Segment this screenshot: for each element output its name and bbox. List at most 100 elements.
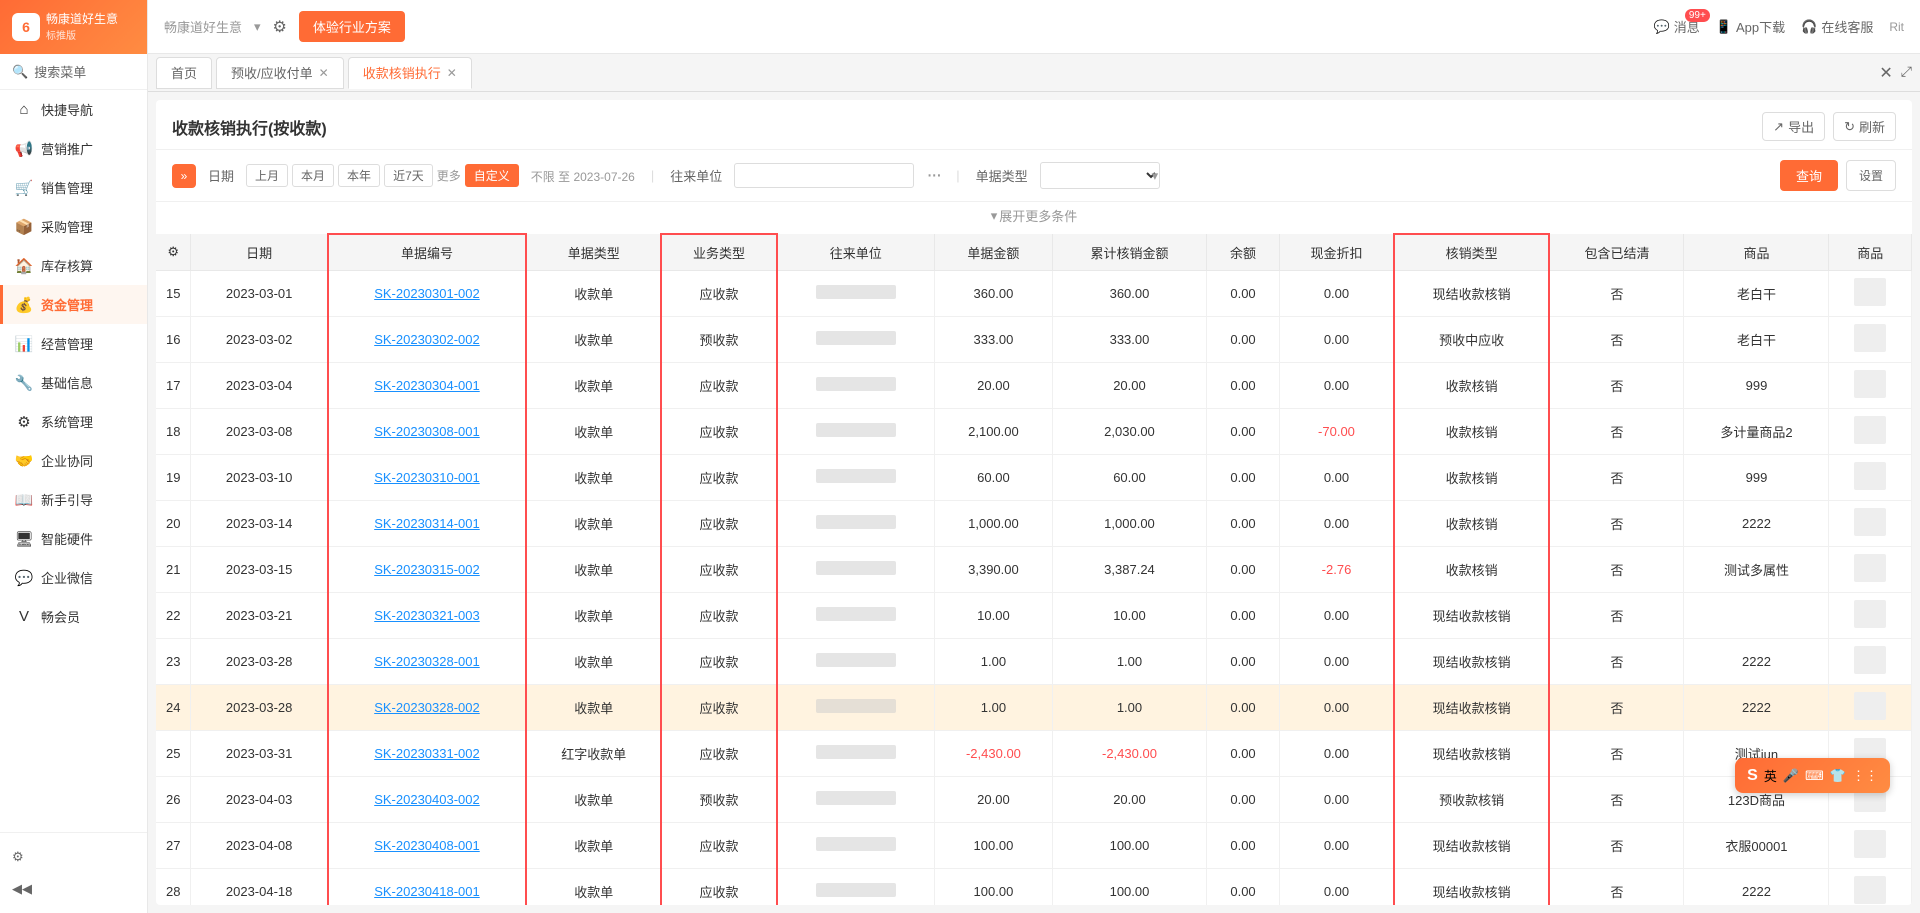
td-biz-type: 预收款 — [661, 777, 776, 823]
td-partner — [777, 823, 935, 869]
caigou-icon: 📦 — [15, 218, 33, 236]
sidebar-item-kuaijie[interactable]: ⌂快捷导航 — [0, 90, 147, 129]
td-verify-type: 收款核销 — [1394, 409, 1550, 455]
sidebar-item-weixin[interactable]: 💬企业微信 — [0, 558, 147, 597]
table-row[interactable]: 15 2023-03-01 SK-20230301-002 收款单 应收款 36… — [156, 271, 1912, 317]
sidebar-item-qiye[interactable]: 🤝企业协同 — [0, 441, 147, 480]
table-row[interactable]: 19 2023-03-10 SK-20230310-001 收款单 应收款 60… — [156, 455, 1912, 501]
tab-shoukuan[interactable]: 收款核销执行 ✕ — [348, 57, 472, 89]
filter-toggle-btn[interactable]: » — [172, 164, 196, 188]
expand-more-btn[interactable]: ▾ 展开更多条件 — [991, 206, 1078, 225]
table-row[interactable]: 20 2023-03-14 SK-20230314-001 收款单 应收款 1,… — [156, 501, 1912, 547]
table-row[interactable]: 16 2023-03-02 SK-20230302-002 收款单 预收款 33… — [156, 317, 1912, 363]
filter-action-group: 查询 设置 — [1780, 160, 1896, 191]
td-bill-no[interactable]: SK-20230310-001 — [328, 455, 526, 501]
sidebar-item-xiaoshou[interactable]: 🛒销售管理 — [0, 168, 147, 207]
grid-icon[interactable]: ⋮⋮ — [1852, 768, 1878, 784]
tabbar-actions: ✕ ⤢ — [1879, 63, 1912, 83]
td-bill-no[interactable]: SK-20230418-001 — [328, 869, 526, 906]
sidebar-item-kucun[interactable]: 🏠库存核算 — [0, 246, 147, 285]
table-row[interactable]: 18 2023-03-08 SK-20230308-001 收款单 应收款 2,… — [156, 409, 1912, 455]
table-row[interactable]: 24 2023-03-28 SK-20230328-002 收款单 应收款 1.… — [156, 685, 1912, 731]
table-row[interactable]: 17 2023-03-04 SK-20230304-001 收款单 应收款 20… — [156, 363, 1912, 409]
sidebar-collapse-item[interactable]: ◀◀ — [0, 873, 147, 905]
table-row[interactable]: 27 2023-04-08 SK-20230408-001 收款单 应收款 10… — [156, 823, 1912, 869]
sidebar-item-xitong[interactable]: ⚙系统管理 — [0, 402, 147, 441]
th-discount: 现金折扣 — [1280, 234, 1394, 271]
sidebar-item-xinshou[interactable]: 📖新手引导 — [0, 480, 147, 519]
td-settled: 否 — [1549, 271, 1684, 317]
tab-home[interactable]: 首页 — [156, 57, 212, 89]
tab-close-shoukuan[interactable]: ✕ — [447, 66, 457, 80]
td-bill-no[interactable]: SK-20230315-002 — [328, 547, 526, 593]
td-bill-no[interactable]: SK-20230314-001 — [328, 501, 526, 547]
date-more[interactable]: 更多 — [437, 167, 461, 184]
td-bill-no[interactable]: SK-20230301-002 — [328, 271, 526, 317]
query-btn[interactable]: 查询 — [1780, 160, 1838, 191]
date-this-month[interactable]: 本月 — [292, 164, 334, 187]
td-bill-no[interactable]: SK-20230328-002 — [328, 685, 526, 731]
keyboard-icon[interactable]: ⌨ — [1805, 768, 1824, 784]
sidebar-search[interactable]: 🔍 搜索菜单 — [0, 54, 147, 90]
td-goods: 2222 — [1684, 639, 1829, 685]
filter-setting-btn[interactable]: 设置 — [1846, 160, 1896, 191]
td-bill-no[interactable]: SK-20230321-003 — [328, 593, 526, 639]
td-bill-no[interactable]: SK-20230304-001 — [328, 363, 526, 409]
sidebar-item-yingxiao[interactable]: 📢营销推广 — [0, 129, 147, 168]
export-btn[interactable]: ↗ 导出 — [1762, 112, 1825, 141]
date-label: 日期 — [208, 166, 234, 185]
td-bill-no[interactable]: SK-20230331-002 — [328, 731, 526, 777]
table-container[interactable]: ⚙ 日期 单据编号 单据类型 业务类型 往来单位 单据金额 累计核销金额 余额 … — [156, 233, 1912, 905]
sidebar-settings-item[interactable]: ⚙ — [0, 841, 147, 873]
sidebar-item-zhihui[interactable]: 🖥智能硬件 — [0, 519, 147, 558]
sidebar-item-huiyuan[interactable]: V畅会员 — [0, 597, 147, 636]
topbar-settings-icon[interactable]: ⚙ — [273, 17, 287, 37]
td-bill-type: 收款单 — [526, 593, 661, 639]
td-biz-type: 应收款 — [661, 593, 776, 639]
industry-btn[interactable]: 体验行业方案 — [299, 11, 405, 42]
table-row[interactable]: 28 2023-04-18 SK-20230418-001 收款单 应收款 10… — [156, 869, 1912, 906]
table-row[interactable]: 25 2023-03-31 SK-20230331-002 红字收款单 应收款 … — [156, 731, 1912, 777]
huiyuan-label: 畅会员 — [41, 607, 80, 626]
td-amount: 10.00 — [934, 593, 1052, 639]
partner-input[interactable] — [734, 163, 914, 188]
sidebar-item-jichu[interactable]: 🔧基础信息 — [0, 363, 147, 402]
tabbar-close-icon[interactable]: ✕ — [1879, 63, 1892, 83]
table-row[interactable]: 21 2023-03-15 SK-20230315-002 收款单 应收款 3,… — [156, 547, 1912, 593]
tab-yingfu[interactable]: 预收/应收付单 ✕ — [216, 57, 344, 89]
td-bill-no[interactable]: SK-20230403-002 — [328, 777, 526, 823]
sidebar-item-zijin[interactable]: 💰资金管理 — [0, 285, 147, 324]
shirt-icon[interactable]: 👕 — [1830, 768, 1846, 784]
td-bill-no[interactable]: SK-20230408-001 — [328, 823, 526, 869]
table-row[interactable]: 23 2023-03-28 SK-20230328-001 收款单 应收款 1.… — [156, 639, 1912, 685]
td-bill-no[interactable]: SK-20230328-001 — [328, 639, 526, 685]
tab-container: 首页预收/应收付单 ✕收款核销执行 ✕ — [156, 57, 476, 89]
date-7days[interactable]: 近7天 — [384, 164, 433, 187]
th-settings[interactable]: ⚙ — [156, 234, 191, 271]
tab-close-yingfu[interactable]: ✕ — [319, 66, 329, 80]
td-balance: 0.00 — [1206, 409, 1279, 455]
sidebar-item-jingying[interactable]: 📊经营管理 — [0, 324, 147, 363]
td-no: 27 — [156, 823, 191, 869]
td-bill-no[interactable]: SK-20230302-002 — [328, 317, 526, 363]
table-row[interactable]: 26 2023-04-03 SK-20230403-002 收款单 预收款 20… — [156, 777, 1912, 823]
mic-icon[interactable]: 🎤 — [1783, 768, 1799, 784]
table-row[interactable]: 22 2023-03-21 SK-20230321-003 收款单 应收款 10… — [156, 593, 1912, 639]
refresh-btn[interactable]: ↻ 刷新 — [1833, 112, 1896, 141]
tabbar-expand-icon[interactable]: ⤢ — [1901, 63, 1912, 83]
bill-type-select[interactable] — [1040, 162, 1160, 189]
td-no: 16 — [156, 317, 191, 363]
app-download-btn[interactable]: 📱 App下载 — [1716, 17, 1785, 36]
settings-icon: ⚙ — [12, 849, 24, 865]
date-last-month[interactable]: 上月 — [246, 164, 288, 187]
bill-type-label: 单据类型 — [976, 166, 1028, 185]
date-this-year[interactable]: 本年 — [338, 164, 380, 187]
sidebar-item-caigou[interactable]: 📦采购管理 — [0, 207, 147, 246]
td-bill-type: 收款单 — [526, 639, 661, 685]
partner-picker-icon[interactable]: ··· — [926, 164, 940, 187]
td-verify-type: 现结收款核销 — [1394, 731, 1550, 777]
message-btn[interactable]: 💬 消息 99+ — [1654, 17, 1700, 36]
td-bill-no[interactable]: SK-20230308-001 — [328, 409, 526, 455]
date-custom-btn[interactable]: 自定义 — [465, 164, 519, 187]
online-service-btn[interactable]: 🎧 在线客服 — [1801, 17, 1873, 36]
